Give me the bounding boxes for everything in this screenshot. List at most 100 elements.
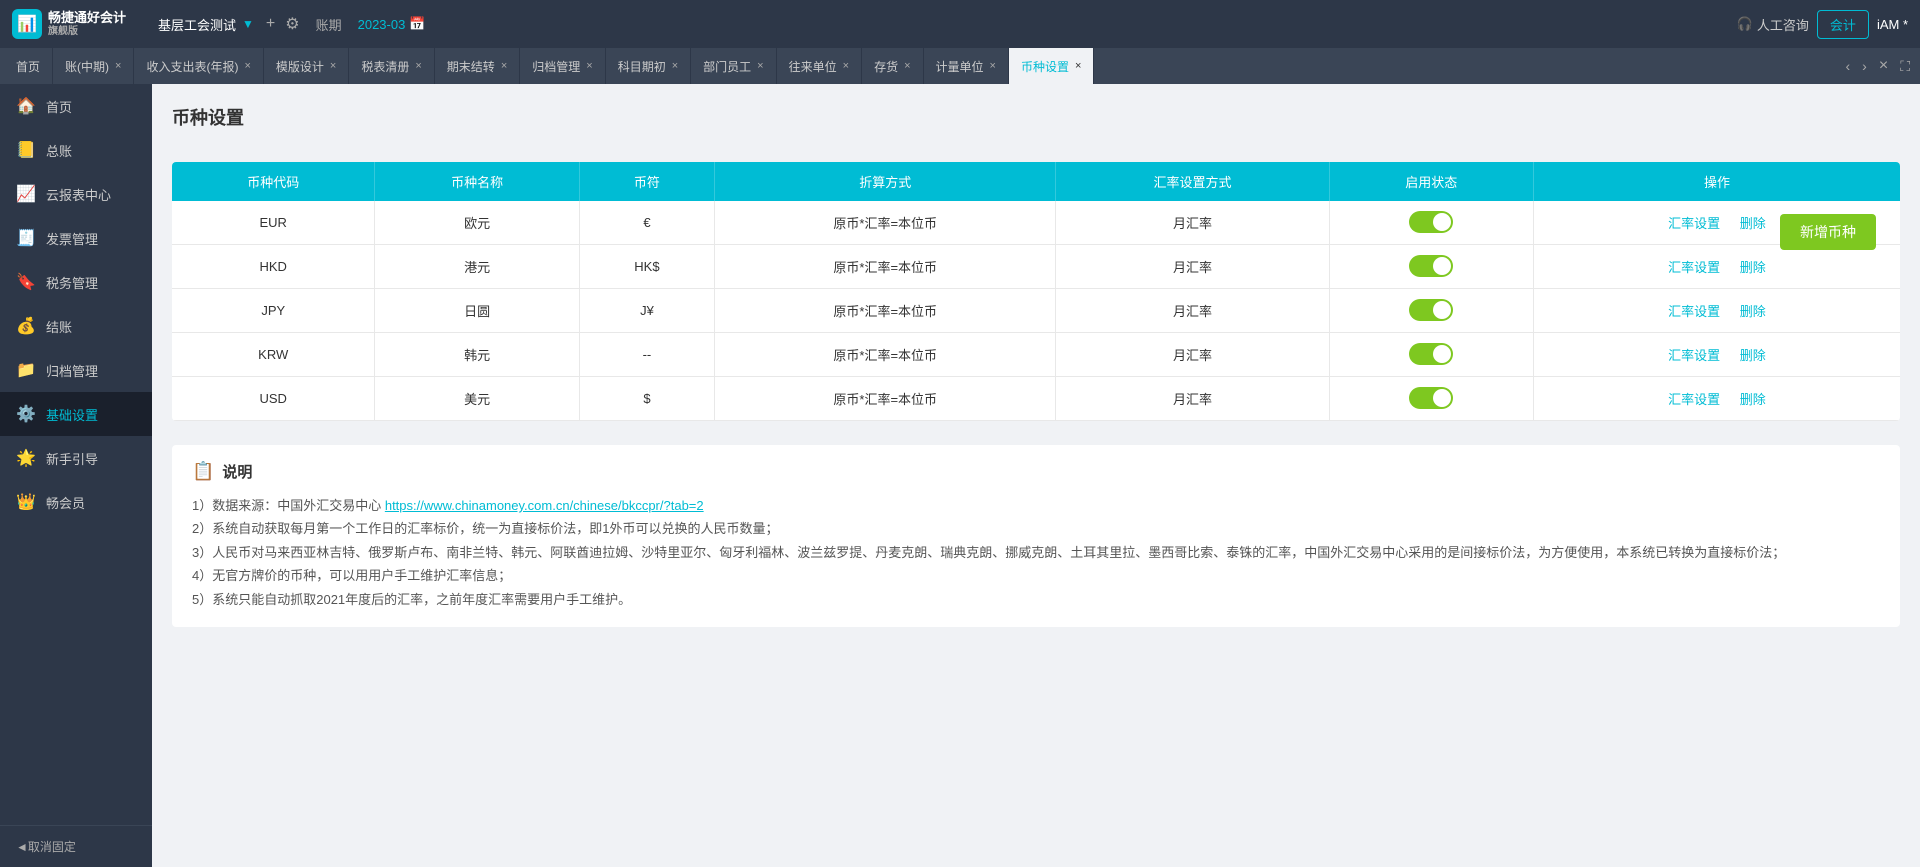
chinamoney-link[interactable]: https://www.chinamoney.com.cn/chinese/bk… [385, 498, 704, 513]
notes-title: 📋 说明 [192, 461, 1880, 482]
toggle-circle [1433, 213, 1451, 231]
close-icon[interactable]: × [672, 60, 678, 72]
close-icon[interactable]: × [1075, 60, 1081, 72]
sidebar-item-guide[interactable]: 🌟 新手引导 [0, 436, 152, 480]
close-icon[interactable]: × [415, 60, 421, 72]
tab-archive[interactable]: 归档管理 × [520, 48, 605, 84]
col-header-code: 币种代码 [172, 162, 375, 201]
support-label: 人工咨询 [1757, 15, 1809, 34]
toggle-enabled[interactable] [1409, 211, 1453, 233]
tab-unit[interactable]: 计量单位 × [924, 48, 1009, 84]
cell-status [1329, 333, 1533, 377]
tab-period-transfer[interactable]: 期末结转 × [435, 48, 520, 84]
sidebar-item-ledger[interactable]: 📒 总账 [0, 128, 152, 172]
page-title: 币种设置 [172, 104, 244, 130]
tab-next-icon[interactable]: › [1856, 58, 1873, 74]
tab-subject-initial[interactable]: 科目期初 × [606, 48, 691, 84]
cell-symbol: $ [579, 377, 714, 421]
delete-link[interactable]: 删除 [1740, 260, 1766, 275]
support-button[interactable]: 🎧 人工咨询 [1737, 15, 1809, 34]
delete-link[interactable]: 删除 [1740, 392, 1766, 407]
company-selector[interactable]: 基层工会测试 ▼ [158, 15, 254, 34]
cell-actions: 汇率设置 删除 [1533, 377, 1900, 421]
toggle-enabled[interactable] [1409, 387, 1453, 409]
reports-icon: 📈 [16, 184, 36, 204]
sidebar-label-tax: 税务管理 [46, 273, 98, 292]
notes-section: 📋 说明 1）数据来源：中国外汇交易中心 https://www.chinamo… [172, 445, 1900, 627]
expand-icon[interactable]: ⛶ [1894, 58, 1916, 75]
tab-label: 部门员工 [703, 58, 751, 75]
close-icon[interactable]: × [990, 60, 996, 72]
cell-status [1329, 245, 1533, 289]
cell-calc: 原币*汇率=本位币 [715, 289, 1056, 333]
toggle-enabled[interactable] [1409, 255, 1453, 277]
tab-template-design[interactable]: 模版设计 × [264, 48, 349, 84]
delete-link[interactable]: 删除 [1740, 348, 1766, 363]
toggle-circle [1433, 301, 1451, 319]
tab-currency-setting[interactable]: 币种设置 × [1009, 48, 1094, 84]
delete-link[interactable]: 删除 [1740, 304, 1766, 319]
note-item-4: 4）无官方牌价的币种，可以用用户手工维护汇率信息； [192, 564, 1880, 587]
sidebar-item-basic[interactable]: ⚙️ 基础设置 [0, 392, 152, 436]
tab-contacts[interactable]: 往来单位 × [777, 48, 862, 84]
company-name: 基层工会测试 [158, 15, 236, 34]
toggle-circle [1433, 389, 1451, 407]
cell-name: 港元 [375, 245, 579, 289]
guide-icon: 🌟 [16, 448, 36, 468]
close-icon[interactable]: × [115, 60, 121, 72]
close-all-tabs-icon[interactable]: × [1873, 57, 1894, 75]
toggle-enabled[interactable] [1409, 343, 1453, 365]
period-date: 2023-03 [358, 17, 406, 32]
col-header-name: 币种名称 [375, 162, 579, 201]
sidebar-item-tax[interactable]: 🔖 税务管理 [0, 260, 152, 304]
period-label: 账期 [316, 15, 342, 34]
close-icon[interactable]: × [244, 60, 250, 72]
sidebar-item-invoice[interactable]: 🧾 发票管理 [0, 216, 152, 260]
sidebar-label-basic: 基础设置 [46, 405, 98, 424]
close-icon[interactable]: × [501, 60, 507, 72]
cell-rate-type: 月汇率 [1056, 201, 1329, 245]
close-icon[interactable]: × [586, 60, 592, 72]
tab-dept-staff[interactable]: 部门员工 × [691, 48, 776, 84]
rate-setting-link[interactable]: 汇率设置 [1668, 260, 1720, 275]
add-button[interactable]: + [266, 15, 275, 33]
cell-rate-type: 月汇率 [1056, 289, 1329, 333]
calendar-icon[interactable]: 📅 [409, 16, 425, 32]
tab-tax-list[interactable]: 税表清册 × [349, 48, 434, 84]
tab-inventory[interactable]: 存货 × [862, 48, 923, 84]
archive-icon: 📁 [16, 360, 36, 380]
close-icon[interactable]: × [757, 60, 763, 72]
tab-label: 税表清册 [361, 58, 409, 75]
sidebar-item-checkout[interactable]: 💰 结账 [0, 304, 152, 348]
new-currency-button[interactable]: 新增币种 [1780, 214, 1876, 250]
delete-link[interactable]: 删除 [1740, 216, 1766, 231]
tab-prev-icon[interactable]: ‹ [1840, 58, 1857, 74]
account-button[interactable]: 会计 [1817, 10, 1869, 39]
currency-table: 币种代码 币种名称 币符 折算方式 汇率设置方式 启用状态 操作 EUR 欧元 … [172, 162, 1900, 421]
tab-label: 往来单位 [789, 58, 837, 75]
tab-home[interactable]: 首页 [4, 48, 53, 84]
sidebar-item-reports[interactable]: 📈 云报表中心 [0, 172, 152, 216]
sidebar-label-member: 畅会员 [46, 493, 85, 512]
rate-setting-link[interactable]: 汇率设置 [1668, 392, 1720, 407]
tab-account-period[interactable]: 账(中期) × [53, 48, 134, 84]
notes-icon: 📋 [192, 461, 214, 482]
sidebar-item-home[interactable]: 🏠 首页 [0, 84, 152, 128]
cell-status [1329, 201, 1533, 245]
close-icon[interactable]: × [904, 60, 910, 72]
rate-setting-link[interactable]: 汇率设置 [1668, 304, 1720, 319]
close-icon[interactable]: × [330, 60, 336, 72]
rate-setting-link[interactable]: 汇率设置 [1668, 216, 1720, 231]
sidebar-item-member[interactable]: 👑 畅会员 [0, 480, 152, 524]
rate-setting-link[interactable]: 汇率设置 [1668, 348, 1720, 363]
toggle-enabled[interactable] [1409, 299, 1453, 321]
close-icon[interactable]: × [843, 60, 849, 72]
app-edition: 旗舰版 [48, 26, 126, 38]
cell-code: KRW [172, 333, 375, 377]
tab-income-report[interactable]: 收入支出表(年报) × [134, 48, 263, 84]
settings-icon[interactable]: ⚙ [285, 14, 299, 34]
sidebar-collapse[interactable]: ◄取消固定 [0, 825, 152, 867]
cell-name: 欧元 [375, 201, 579, 245]
tab-label: 归档管理 [532, 58, 580, 75]
sidebar-item-archive[interactable]: 📁 归档管理 [0, 348, 152, 392]
